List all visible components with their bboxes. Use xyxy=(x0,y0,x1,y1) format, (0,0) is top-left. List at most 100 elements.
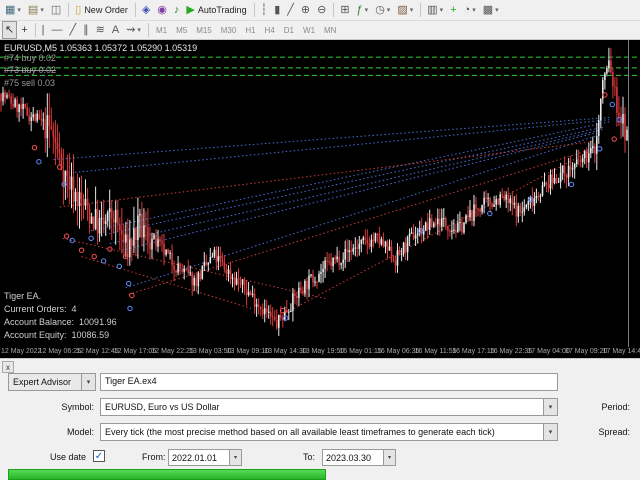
spread-label: Spread: xyxy=(598,427,630,437)
templates-icon: ▨ xyxy=(397,3,408,16)
tile-windows-button[interactable]: ⊞ xyxy=(337,1,352,19)
timeframe-h1-button[interactable]: H1 xyxy=(241,23,259,38)
tester-close-button[interactable]: x xyxy=(2,361,14,373)
autotrading-button[interactable]: ▶ AutoTrading xyxy=(183,1,249,19)
symbol-select[interactable]: EURUSD, Euro vs US Dollar ▾ xyxy=(100,398,558,416)
timeframe-m1-button[interactable]: M1 xyxy=(152,23,171,38)
timeframe-w1-button[interactable]: W1 xyxy=(299,23,319,38)
new-chart-button[interactable]: ▦ ▾ xyxy=(2,1,24,19)
symbol-value: EURUSD, Euro vs US Dollar xyxy=(105,402,220,412)
templates-button[interactable]: ▨ ▾ xyxy=(394,1,416,19)
dropdown-caret-icon: ▾ xyxy=(409,7,414,14)
tester-progress-bar xyxy=(8,469,632,480)
arrows-icon: ⇝ xyxy=(126,23,136,36)
candle-chart-icon: ▮ xyxy=(274,3,281,16)
timeframe-m15-button[interactable]: M15 xyxy=(192,23,216,38)
ea-comment-block: Tiger EA. Current Orders: 4 Account Bala… xyxy=(4,290,117,342)
price-axis[interactable] xyxy=(628,40,640,347)
expert-advisors-button[interactable]: ◈ xyxy=(139,1,153,19)
bar-chart-button[interactable]: ┆ xyxy=(258,1,271,19)
dropdown-caret-icon: ▾ xyxy=(386,7,391,14)
chart-area[interactable]: EURUSD,M5 1.05363 1.05372 1.05290 1.0531… xyxy=(0,40,640,347)
data-window-icon: ▥ xyxy=(427,3,438,16)
calendar-dropdown-icon[interactable]: ▾ xyxy=(229,450,241,465)
timeframe-m30-button[interactable]: M30 xyxy=(217,23,241,38)
account-equity-text: Account Equity: 10086.59 xyxy=(4,330,110,340)
periods-button[interactable]: ◷ ▾ xyxy=(372,1,393,19)
toolbar-separator xyxy=(420,3,422,17)
channel-button[interactable]: ∥ xyxy=(80,21,92,39)
time-axis-label: 16 May 17:15 xyxy=(452,348,495,355)
toolbar-separator xyxy=(147,23,149,37)
cycle-windows-button[interactable]: ◫ xyxy=(48,1,64,19)
zoom-out-icon: ⊖ xyxy=(317,3,327,16)
new-order-label: New Order xyxy=(84,5,128,15)
toolbar-line-studies: ↖ + | ― ╱ ∥ ≋ A ⇝ ▾ M1 M5 M15 M30 H1 H4 D1 W1 MN xyxy=(0,21,640,40)
chart-options-button[interactable]: ◔ ▾ xyxy=(461,1,479,19)
tester-progress-fill xyxy=(8,469,327,480)
from-date-field[interactable]: 2022.01.01 ▾ xyxy=(168,449,242,466)
to-label: To: xyxy=(303,452,316,462)
expert-advisors-icon: ◈ xyxy=(141,3,151,16)
time-axis-label: 13 May 19:50 xyxy=(301,348,345,355)
tester-type-select[interactable]: Expert Advisor ▾ xyxy=(8,373,96,391)
new-order-icon: ▯ xyxy=(75,3,82,16)
tester-expert-field[interactable]: Tiger EA.ex4 xyxy=(100,373,558,391)
model-value: Every tick (the most precise method base… xyxy=(105,427,495,437)
time-axis[interactable]: 12 May 2022 12 May 06:25 12 May 12:45 12 Ma… xyxy=(0,347,640,358)
zoom-out-button[interactable]: ⊖ xyxy=(314,1,329,19)
fibonacci-button[interactable]: ≋ xyxy=(93,21,108,39)
cursor-button[interactable]: ↖ xyxy=(2,21,18,39)
line-chart-button[interactable]: ╱ xyxy=(284,1,297,19)
time-axis-label: 12 May 22:25 xyxy=(151,348,194,355)
from-date-value: 2022.01.01 xyxy=(172,452,218,463)
trendline-button[interactable]: ╱ xyxy=(67,21,80,39)
sounds-button[interactable]: ♪ xyxy=(171,1,183,19)
symbol-label: Symbol: xyxy=(61,402,94,412)
layouts-button[interactable]: ▩ ▾ xyxy=(480,1,502,19)
layouts-icon: ▩ xyxy=(482,3,494,16)
text-button[interactable]: A xyxy=(109,21,122,39)
cursor-icon: ↖ xyxy=(5,23,15,36)
chart-options-icon: ◔ xyxy=(463,3,471,16)
period-label: Period: xyxy=(601,402,630,412)
new-chart-icon: ▦ xyxy=(5,3,16,16)
order-label-74: #74 buy 0.02 xyxy=(4,53,57,63)
timeframe-h4-button[interactable]: H4 xyxy=(261,23,279,38)
time-axis-label: 13 May 14:30 xyxy=(264,348,307,355)
crosshair-icon: + xyxy=(21,23,28,36)
timeframe-mn-button[interactable]: MN xyxy=(320,23,340,38)
timeframe-m5-button[interactable]: M5 xyxy=(172,23,191,38)
timeframe-d1-button[interactable]: D1 xyxy=(280,23,298,38)
dropdown-caret-icon: ▾ xyxy=(364,7,369,14)
chevron-down-icon: ▾ xyxy=(543,399,557,415)
add-indicator-button[interactable]: + xyxy=(447,1,459,19)
chart-ohlc-label: EURUSD,M5 1.05363 1.05372 1.05290 1.0531… xyxy=(4,43,198,53)
chevron-down-icon: ▾ xyxy=(81,374,95,390)
horizontal-line-button[interactable]: ― xyxy=(49,21,66,39)
toolbar-separator xyxy=(253,3,255,17)
profiles-button[interactable]: ▤ ▾ xyxy=(25,1,47,19)
data-window-button[interactable]: ▥ ▾ xyxy=(424,1,446,19)
time-axis-label: 13 May 09:10 xyxy=(226,348,270,355)
crosshair-button[interactable]: + xyxy=(18,21,30,39)
to-date-field[interactable]: 2023.03.30 ▾ xyxy=(322,449,396,466)
indicators-button[interactable]: ƒ ▾ xyxy=(354,1,372,19)
zoom-in-icon: ⊕ xyxy=(300,3,311,16)
model-label: Model: xyxy=(66,427,94,437)
dropdown-caret-icon: ▾ xyxy=(40,7,44,14)
new-order-button[interactable]: ▯ New Order xyxy=(72,1,131,19)
use-date-checkbox[interactable]: ✓ xyxy=(93,450,105,462)
model-select[interactable]: Every tick (the most precise method base… xyxy=(100,423,558,441)
time-axis-label: 12 May 12:45 xyxy=(76,348,119,355)
dropdown-caret-icon: ▾ xyxy=(17,7,21,14)
arrows-button[interactable]: ⇝ ▾ xyxy=(123,21,144,39)
candle-chart-button[interactable]: ▮ xyxy=(271,1,283,19)
scripts-button[interactable]: ◉ xyxy=(154,1,170,19)
to-date-value: 2023.03.30 xyxy=(326,452,372,463)
zoom-in-button[interactable]: ⊕ xyxy=(298,1,313,19)
vertical-line-button[interactable]: | xyxy=(39,21,48,39)
calendar-dropdown-icon[interactable]: ▾ xyxy=(383,450,395,465)
tile-windows-icon: ⊞ xyxy=(340,3,350,16)
toolbar-standard: ▦ ▾ ▤ ▾ ◫ ▯ New Order ◈ ◉ ♪ ▶ AutoTrading ┆ ▮ ╱ ⊕ ⊖ ⊞ ƒ ▾ ◷ ▾… xyxy=(0,0,640,21)
